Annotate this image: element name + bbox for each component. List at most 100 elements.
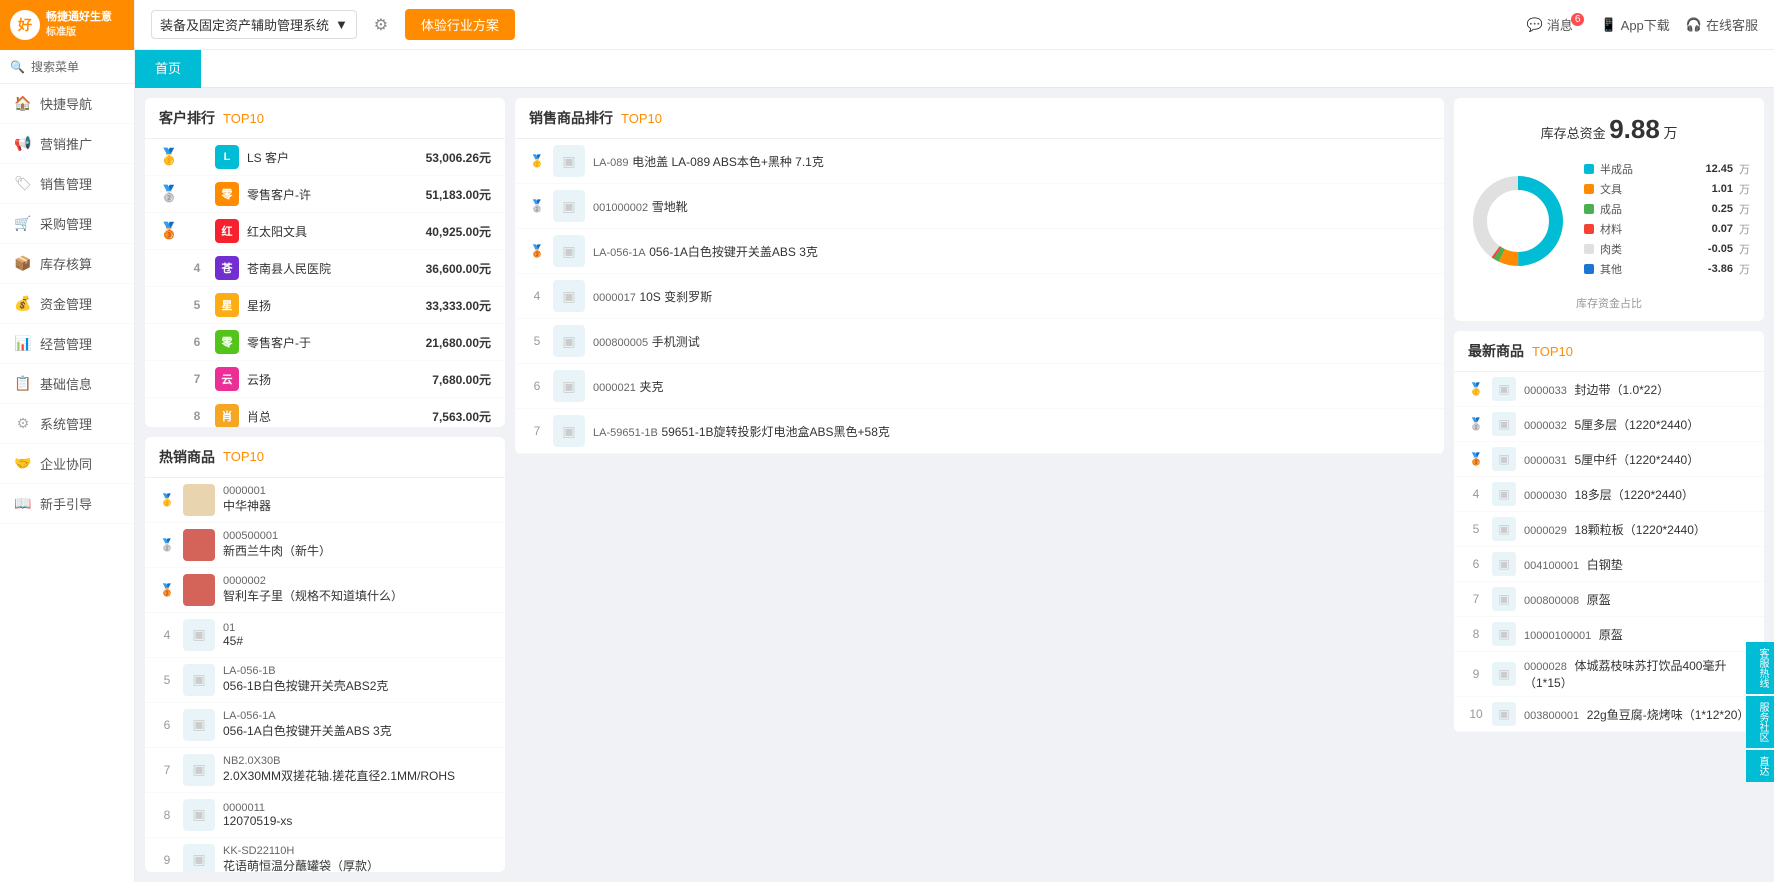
sidebar-item-quick-nav[interactable]: 🏠 快捷导航 (0, 84, 134, 124)
sold-product-rank: 6 (529, 379, 545, 393)
online-service-button[interactable]: 🎧 在线客服 (1686, 15, 1758, 34)
legend-name: 材料 (1600, 221, 1706, 237)
new-product-item: 6 ▣ 004100001 白钢垫 (1454, 547, 1764, 582)
inventory-donut-chart (1468, 171, 1568, 271)
new-product-item: 🥉 ▣ 0000031 5厘中纤（1220*2440） (1454, 442, 1764, 477)
headset-icon: 🎧 (1686, 17, 1702, 33)
sidebar-item-basic-info[interactable]: 📋 基础信息 (0, 364, 134, 404)
new-product-code: 10000100001 (1524, 630, 1591, 642)
sidebar-item-cooperation[interactable]: 🤝 企业协同 (0, 444, 134, 484)
legend-value: -3.86 (1708, 263, 1733, 275)
sidebar-item-marketing[interactable]: 📢 营销推广 (0, 124, 134, 164)
sold-products-title: 销售商品排行 (529, 108, 613, 128)
search-menu[interactable]: 🔍 搜索菜单 (0, 50, 134, 84)
new-product-code: 0000032 (1524, 420, 1567, 432)
legend-item: 肉类 -0.05 万 (1584, 241, 1750, 257)
new-products-title: 最新商品 (1468, 341, 1524, 361)
hot-product-rank: 8 (159, 808, 175, 822)
home-icon: 🏠 (14, 95, 32, 112)
sold-product-item: 6 ▣ 0000021 夹克 (515, 364, 1444, 409)
hot-product-code: 0000002 (223, 575, 491, 587)
new-product-rank: 10 (1468, 707, 1484, 721)
app-download-button[interactable]: 📱 App下载 (1600, 15, 1669, 34)
system-selector[interactable]: 装备及固定资产辅助管理系统 ▼ (151, 10, 357, 39)
new-product-code: 003800001 (1524, 710, 1579, 722)
new-product-item: 4 ▣ 0000030 18多层（1220*2440） (1454, 477, 1764, 512)
sold-product-rank: 🥉 (529, 244, 545, 258)
sidebar-item-operations[interactable]: 📊 经营管理 (0, 324, 134, 364)
float-service-button[interactable]: 客服热线 (1746, 642, 1774, 694)
new-products-top-label: TOP10 (1532, 344, 1573, 359)
rank-value: 7,680.00元 (432, 371, 491, 388)
new-product-icon: ▣ (1492, 377, 1516, 401)
rank-name: 星扬 (247, 297, 418, 314)
sold-product-info: 001000002 雪地靴 (593, 198, 1430, 215)
rank-avatar: 红 (215, 219, 239, 243)
rank-number: 5 (187, 298, 207, 312)
new-product-info: 0000029 18颗粒板（1220*2440） (1524, 521, 1750, 538)
inventory-icon: 📦 (14, 255, 32, 272)
header-right: 💬 消息 6 📱 App下载 🎧 在线客服 (1527, 15, 1758, 34)
operations-icon: 📊 (14, 335, 32, 352)
new-product-rank: 5 (1468, 522, 1484, 536)
hot-product-name: 花语萌恒温分蘸罐袋（厚款） (223, 857, 491, 872)
rank-value: 36,600.00元 (426, 260, 491, 277)
sold-product-rank: 🥇 (529, 154, 545, 168)
sidebar-item-purchase[interactable]: 🛒 采购管理 (0, 204, 134, 244)
sold-product-icon: ▣ (553, 190, 585, 222)
float-community-button[interactable]: 服务社区 (1746, 696, 1774, 748)
sold-product-rank: 4 (529, 289, 545, 303)
hot-product-info: LA-056-1B 056-1B白色按键开关壳ABS2克 (223, 665, 491, 694)
hot-product-info: 0000011 12070519-xs (223, 802, 491, 828)
float-direct-button[interactable]: 直达 (1746, 750, 1774, 782)
new-product-item: 7 ▣ 000800008 原盔 (1454, 582, 1764, 617)
customer-rank-list: 🥇 L LS 客户 53,006.26元 🥈 零 零售客户-许 51,183.0… (145, 139, 505, 427)
message-badge: 6 (1571, 13, 1585, 26)
gear-button[interactable]: ⚙ (367, 11, 395, 39)
hot-product-code: NB2.0X30B (223, 755, 491, 767)
message-button[interactable]: 💬 消息 6 (1527, 15, 1585, 34)
hot-products-title: 热销商品 (159, 447, 215, 467)
hot-product-name: 45# (223, 634, 491, 648)
cooperation-icon: 🤝 (14, 455, 32, 472)
new-product-rank: 7 (1468, 592, 1484, 606)
sold-product-info: 0000017 10S 变刹罗斯 (593, 288, 1430, 305)
sidebar-item-inventory[interactable]: 📦 库存核算 (0, 244, 134, 284)
rank-value: 40,925.00元 (426, 223, 491, 240)
hot-product-info: KK-SD22110H 花语萌恒温分蘸罐袋（厚款） (223, 845, 491, 872)
rank-value: 51,183.00元 (426, 186, 491, 203)
new-product-icon: ▣ (1492, 622, 1516, 646)
sidebar-item-guide[interactable]: 📖 新手引导 (0, 484, 134, 524)
sidebar-item-sales[interactable]: 🏷 销售管理 (0, 164, 134, 204)
new-product-name: 原盔 (1599, 628, 1623, 642)
legend-name: 成品 (1600, 201, 1706, 217)
sidebar-item-system[interactable]: ⚙ 系统管理 (0, 404, 134, 444)
hot-product-item: 6 ▣ LA-056-1A 056-1A白色按键开关盖ABS 3克 (145, 703, 505, 748)
legend-unit: 万 (1739, 221, 1750, 237)
rank-item: 🥇 L LS 客户 53,006.26元 (145, 139, 505, 176)
hot-product-info: NB2.0X30B 2.0X30MM双搓花轴.搓花直径2.1MM/ROHS (223, 755, 491, 784)
sidebar-item-finance[interactable]: 💰 资金管理 (0, 284, 134, 324)
hot-product-item: 4 ▣ 01 45# (145, 613, 505, 658)
rank-avatar: 零 (215, 182, 239, 206)
float-service: 客服热线 服务社区 直达 (1746, 642, 1774, 782)
legend-value: -0.05 (1708, 243, 1733, 255)
new-product-info: 000800008 原盔 (1524, 591, 1750, 608)
hot-product-icon: ▣ (183, 664, 215, 696)
finance-icon: 💰 (14, 295, 32, 312)
new-product-rank: 🥉 (1468, 452, 1484, 466)
try-plan-button[interactable]: 体验行业方案 (405, 9, 515, 40)
right-column: 库存总资金 9.88 万 (1454, 98, 1764, 872)
tab-home[interactable]: 首页 (135, 50, 201, 88)
legend-color-dot (1584, 204, 1594, 214)
rank-value: 7,563.00元 (432, 408, 491, 425)
rank-number: 7 (187, 372, 207, 386)
sold-product-icon: ▣ (553, 235, 585, 267)
rank-avatar: 肖 (215, 404, 239, 427)
hot-product-rank: 4 (159, 628, 175, 642)
new-product-icon: ▣ (1492, 412, 1516, 436)
sold-product-item: 🥇 ▣ LA-089 电池盖 LA-089 ABS本色+黑种 7.1克 (515, 139, 1444, 184)
new-product-rank: 8 (1468, 627, 1484, 641)
hot-product-code: 01 (223, 622, 491, 634)
rank-avatar: L (215, 145, 239, 169)
